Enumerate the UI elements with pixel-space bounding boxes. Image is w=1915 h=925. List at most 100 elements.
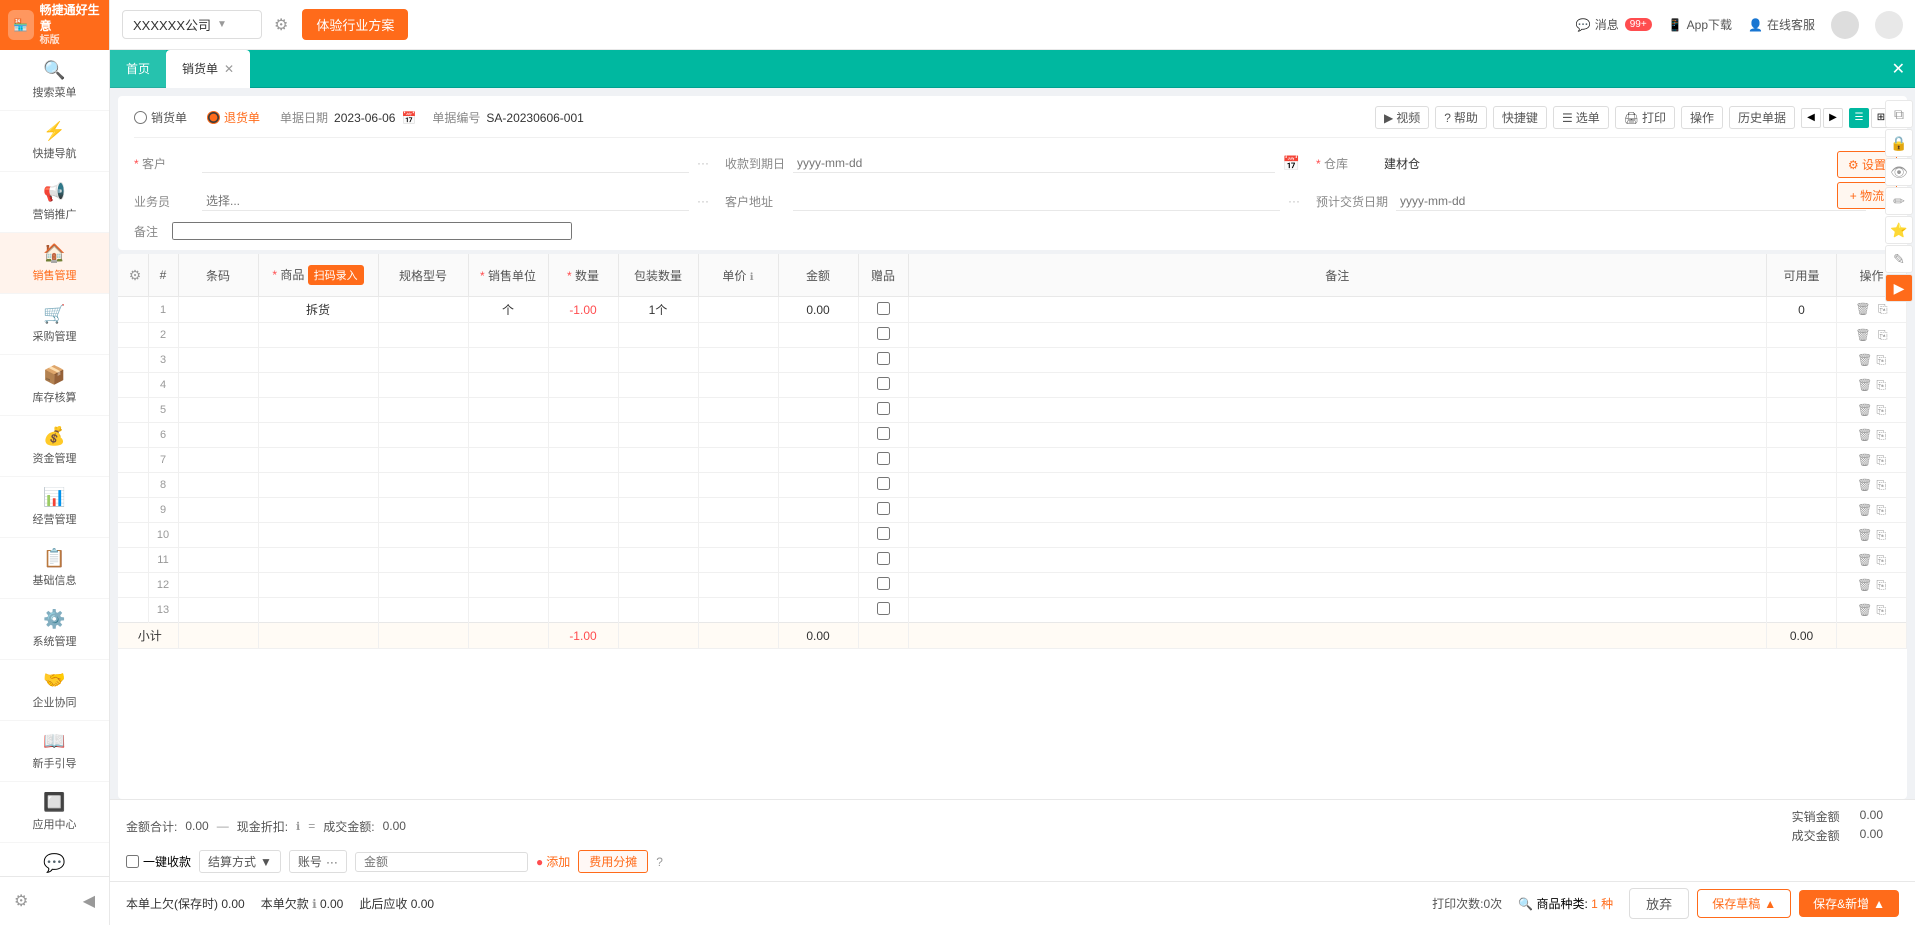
sidebar-settings-btn[interactable]: ⚙ — [10, 887, 32, 915]
scan-barcode-btn[interactable]: 扫码录入 — [308, 265, 364, 285]
radio-return-order[interactable]: 退货单 — [207, 109, 260, 126]
delete-row-icon[interactable]: 🗑 — [1857, 453, 1872, 467]
copy-row-icon[interactable]: ⎘ — [1876, 453, 1886, 467]
customer-input[interactable] — [202, 154, 689, 173]
fp-item-edit[interactable]: ✏ — [1885, 187, 1913, 215]
operation-btn[interactable]: 操作 — [1681, 106, 1723, 129]
delete-row-icon[interactable]: 🗑 — [1857, 578, 1872, 592]
message-action[interactable]: 💬 消息 99+ — [1576, 16, 1652, 33]
select-order-btn[interactable]: ☰ 选单 — [1553, 106, 1609, 129]
gift-checkbox[interactable] — [877, 502, 890, 515]
delete-row-icon[interactable]: 🗑 — [1857, 353, 1872, 367]
customer-addr-dots[interactable]: ··· — [1288, 194, 1300, 208]
delete-row-icon[interactable]: 🗑 — [1855, 302, 1870, 316]
gift-checkbox[interactable] — [877, 327, 890, 340]
pay-amount-input[interactable] — [355, 852, 528, 872]
customer-dots[interactable]: ··· — [697, 156, 709, 170]
tab-sales-order[interactable]: 销货单 ✕ — [166, 50, 250, 88]
sidebar-item-appstore[interactable]: 🔲 应用中心 — [0, 782, 109, 843]
tab-home[interactable]: 首页 — [110, 50, 166, 88]
gift-checkbox[interactable] — [877, 577, 890, 590]
sidebar-item-biz[interactable]: 📊 经营管理 — [0, 477, 109, 538]
user-avatar-2[interactable] — [1875, 11, 1903, 39]
sidebar-item-collab[interactable]: 🤝 企业协同 — [0, 660, 109, 721]
sidebar-item-wecom[interactable]: 💬 企业微信 — [0, 843, 109, 876]
gift-checkbox[interactable] — [877, 527, 890, 540]
copy-row-icon[interactable]: ⎘ — [1876, 378, 1886, 392]
video-btn[interactable]: ▶ 视频 — [1375, 106, 1429, 129]
gift-checkbox[interactable] — [877, 377, 890, 390]
save-draft-btn[interactable]: 保存草稿 ▲ — [1697, 889, 1791, 918]
receive-date-calendar-icon[interactable]: 📅 — [1283, 155, 1300, 172]
delete-row-icon[interactable]: 🗑 — [1857, 428, 1872, 442]
delete-row-icon[interactable]: 🗑 — [1857, 403, 1872, 417]
copy-row-icon[interactable]: ⎘ — [1876, 603, 1886, 617]
copy-row-icon[interactable]: ⎘ — [1878, 302, 1888, 316]
online-service-action[interactable]: 👤 在线客服 — [1748, 16, 1815, 33]
next-record-btn[interactable]: ▶ — [1823, 108, 1843, 128]
abandon-btn[interactable]: 放弃 — [1629, 888, 1689, 919]
table-settings-icon[interactable]: ⚙ — [122, 262, 148, 288]
notes-input[interactable] — [172, 222, 572, 240]
fp-item-orange[interactable]: ▶ — [1885, 274, 1913, 302]
copy-row-icon[interactable]: ⎘ — [1876, 478, 1886, 492]
copy-row-icon[interactable]: ⎘ — [1878, 328, 1888, 342]
copy-row-icon[interactable]: ⎘ — [1876, 403, 1886, 417]
trial-button[interactable]: 体验行业方案 — [302, 9, 408, 40]
add-payment-btn[interactable]: ● 添加 — [536, 853, 570, 870]
delete-row-icon[interactable]: 🗑 — [1855, 328, 1870, 342]
fp-item-pencil[interactable]: ✎ — [1885, 245, 1913, 273]
save-new-btn[interactable]: 保存&新增 ▲ — [1799, 890, 1899, 917]
delete-row-icon[interactable]: 🗑 — [1857, 378, 1872, 392]
gift-checkbox[interactable] — [877, 402, 890, 415]
sidebar-item-system[interactable]: ⚙️ 系统管理 — [0, 599, 109, 660]
close-tab-icon[interactable]: ✕ — [224, 62, 234, 76]
radio-sales-input[interactable] — [134, 111, 147, 124]
copy-row-icon[interactable]: ⎘ — [1876, 528, 1886, 542]
table-wrapper[interactable]: ⚙ # 条码 * 商品 扫码录入 规格型号 * 销售单位 — [118, 254, 1907, 799]
gift-checkbox[interactable] — [877, 602, 890, 615]
sidebar-item-marketing[interactable]: 📢 营销推广 — [0, 172, 109, 233]
receive-date-input[interactable] — [793, 154, 1275, 173]
fp-item-eye[interactable]: 👁 — [1885, 158, 1913, 186]
delete-row-icon[interactable]: 🗑 — [1857, 478, 1872, 492]
expense-split-btn[interactable]: 费用分摊 — [578, 850, 648, 873]
copy-row-icon[interactable]: ⎘ — [1876, 428, 1886, 442]
gift-checkbox[interactable] — [877, 452, 890, 465]
salesperson-input[interactable] — [202, 192, 689, 211]
sidebar-item-inventory[interactable]: 📦 库存核算 — [0, 355, 109, 416]
pay-account-selector[interactable]: 账号 ··· — [289, 850, 347, 873]
shortcut-btn[interactable]: 快捷键 — [1493, 106, 1547, 129]
fp-item-copy[interactable]: ⧉ — [1885, 100, 1913, 128]
fp-item-star[interactable]: ⭐ — [1885, 216, 1913, 244]
onepay-checkbox-input[interactable] — [126, 855, 139, 868]
topbar-settings-icon[interactable]: ⚙ — [274, 15, 288, 35]
copy-row-icon[interactable]: ⎘ — [1876, 353, 1886, 367]
salesperson-dots[interactable]: ··· — [697, 194, 709, 208]
customer-addr-input[interactable] — [793, 192, 1280, 211]
delete-row-icon[interactable]: 🗑 — [1857, 503, 1872, 517]
gift-checkbox[interactable] — [877, 352, 890, 365]
sidebar-item-search[interactable]: 🔍 搜索菜单 — [0, 50, 109, 111]
sidebar-item-purchase[interactable]: 🛒 采购管理 — [0, 294, 109, 355]
list-view-btn[interactable]: ☰ — [1849, 108, 1869, 128]
gift-checkbox[interactable] — [877, 552, 890, 565]
company-selector[interactable]: XXXXXX公司 ▼ — [122, 10, 262, 39]
user-avatar[interactable] — [1831, 11, 1859, 39]
sidebar-collapse-btn[interactable]: ◀ — [79, 887, 99, 915]
radio-return-input[interactable] — [207, 111, 220, 124]
tab-bar-close-btn[interactable]: ✕ — [1892, 59, 1905, 79]
date-calendar-icon[interactable]: 📅 — [401, 111, 416, 125]
fp-item-lock[interactable]: 🔒 — [1885, 129, 1913, 157]
gift-checkbox[interactable] — [877, 302, 890, 315]
delete-row-icon[interactable]: 🗑 — [1857, 528, 1872, 542]
gift-checkbox[interactable] — [877, 427, 890, 440]
history-btn[interactable]: 历史单据 — [1729, 106, 1795, 129]
copy-row-icon[interactable]: ⎘ — [1876, 503, 1886, 517]
help-btn[interactable]: ? 帮助 — [1435, 106, 1487, 129]
sidebar-item-sales[interactable]: 🏠 销售管理 — [0, 233, 109, 294]
expected-date-input[interactable] — [1396, 192, 1866, 211]
app-download-action[interactable]: 📱 App下载 — [1668, 16, 1732, 33]
copy-row-icon[interactable]: ⎘ — [1876, 578, 1886, 592]
print-btn[interactable]: 🖨 打印 — [1615, 106, 1675, 129]
